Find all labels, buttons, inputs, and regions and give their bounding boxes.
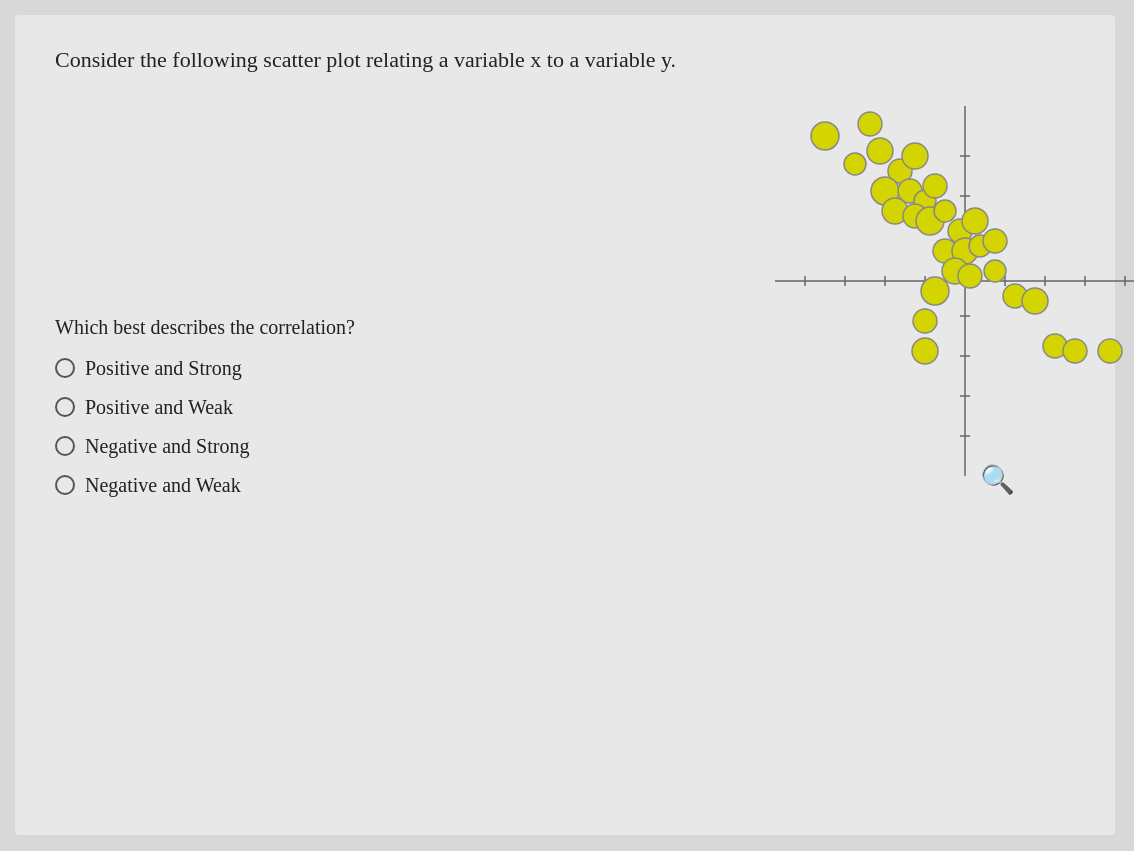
scatter-dot (1063, 339, 1087, 363)
scatter-dot (958, 264, 982, 288)
scatter-dot (858, 112, 882, 136)
scatter-plot-area: 🔍 (455, 96, 1075, 526)
option-opt3[interactable]: Negative and Strong (55, 435, 435, 458)
content-area: Which best describes the correlation? Po… (55, 96, 1075, 526)
radio-circle[interactable] (55, 358, 75, 378)
page: Consider the following scatter plot rela… (15, 15, 1115, 835)
scatter-dot (962, 208, 988, 234)
option-label: Negative and Weak (85, 474, 241, 497)
scatter-dot (921, 277, 949, 305)
scatter-dot (902, 143, 928, 169)
option-opt1[interactable]: Positive and Strong (55, 357, 435, 380)
question-text: Consider the following scatter plot rela… (55, 45, 1075, 76)
scatter-dot (923, 174, 947, 198)
scatter-dot (1022, 288, 1048, 314)
options-list: Positive and Strong Positive and Weak Nega… (55, 357, 435, 497)
scatter-dot (1098, 339, 1122, 363)
option-opt4[interactable]: Negative and Weak (55, 474, 435, 497)
scatter-dot (913, 309, 937, 333)
option-label: Positive and Strong (85, 357, 242, 380)
magnifier-icon[interactable]: 🔍 (980, 463, 1015, 496)
which-question: Which best describes the correlation? (55, 316, 435, 339)
scatter-dot (912, 338, 938, 364)
radio-circle[interactable] (55, 475, 75, 495)
scatter-dot (983, 229, 1007, 253)
scatter-dot (934, 200, 956, 222)
scatter-dots (455, 96, 1134, 526)
radio-circle[interactable] (55, 436, 75, 456)
scatter-dot (984, 260, 1006, 282)
scatter-dot (867, 138, 893, 164)
scatter-dot (811, 122, 839, 150)
left-panel: Which best describes the correlation? Po… (55, 96, 435, 497)
option-label: Positive and Weak (85, 396, 233, 419)
scatter-dot (844, 153, 866, 175)
radio-circle[interactable] (55, 397, 75, 417)
option-label: Negative and Strong (85, 435, 249, 458)
option-opt2[interactable]: Positive and Weak (55, 396, 435, 419)
